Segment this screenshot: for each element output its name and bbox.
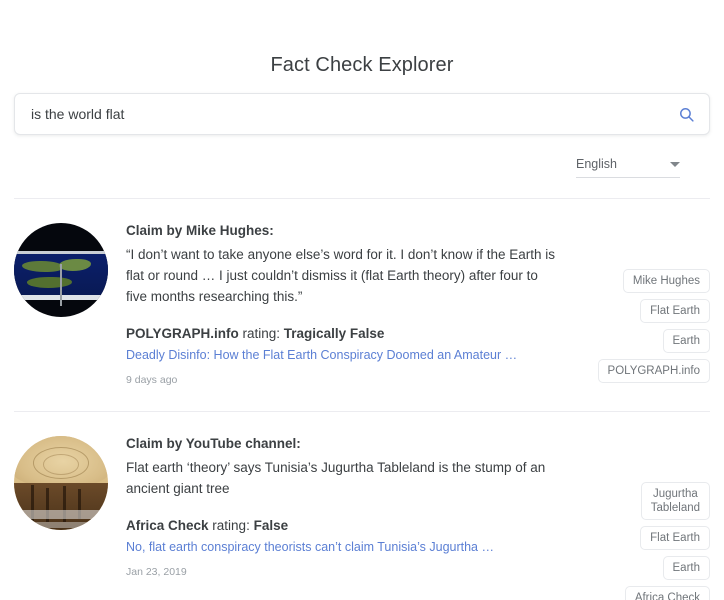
search-input[interactable] <box>15 94 709 134</box>
search-icon[interactable] <box>673 101 699 127</box>
chip[interactable]: Earth <box>662 329 710 353</box>
result-link[interactable]: No, flat earth conspiracy theorists can’… <box>126 538 576 556</box>
claim-by-label: Claim by Mike Hughes: <box>126 223 274 238</box>
claim-by-label: Claim by YouTube channel: <box>126 436 301 451</box>
chip[interactable]: Africa Check <box>624 586 710 600</box>
result-item[interactable]: Claim by Mike Hughes: “I don’t want to t… <box>0 199 724 387</box>
chip[interactable]: Flat Earth <box>640 526 710 550</box>
result-body: Claim by Mike Hughes: “I don’t want to t… <box>108 221 586 387</box>
rating-line: Africa Check rating: False <box>126 516 576 536</box>
rating-value: Tragically False <box>283 326 385 341</box>
chip[interactable]: POLYGRAPH.info <box>597 359 710 383</box>
fact-check-explorer-page: Fact Check Explorer English <box>0 0 724 600</box>
page-title: Fact Check Explorer <box>270 54 454 76</box>
chip[interactable]: Flat Earth <box>640 299 710 323</box>
rating-line: POLYGRAPH.info rating: Tragically False <box>126 324 576 344</box>
language-select[interactable]: English <box>576 157 680 178</box>
result-thumbnail <box>14 223 108 317</box>
result-link[interactable]: Deadly Disinfo: How the Flat Earth Consp… <box>126 346 576 364</box>
language-row: English <box>0 135 724 178</box>
rating-publisher: POLYGRAPH.info <box>126 326 239 341</box>
rating-publisher: Africa Check <box>126 518 209 533</box>
chip[interactable]: Earth <box>662 556 710 580</box>
result-chips: Mike Hughes Flat Earth Earth POLYGRAPH.i… <box>586 221 710 387</box>
result-chips: Jugurtha Tableland Flat Earth Earth Afri… <box>586 434 710 600</box>
claim-text: “I don’t want to take anyone else’s word… <box>126 247 555 304</box>
rating-label: rating: <box>208 518 254 533</box>
search-section <box>0 77 724 135</box>
chip[interactable]: Jugurtha Tableland <box>640 482 710 520</box>
claim-text: Flat earth ‘theory’ says Tunisia’s Jugur… <box>126 460 546 496</box>
result-thumbnail <box>14 436 108 530</box>
chevron-down-icon <box>670 161 680 167</box>
rating-value: False <box>253 518 289 533</box>
result-item[interactable]: Claim by YouTube channel: Flat earth ‘th… <box>0 412 724 600</box>
chip[interactable]: Mike Hughes <box>622 269 710 293</box>
rating-label: rating: <box>238 326 284 341</box>
search-box[interactable] <box>14 93 710 135</box>
result-body: Claim by YouTube channel: Flat earth ‘th… <box>108 434 586 600</box>
result-date: 9 days ago <box>126 374 178 386</box>
result-date: Jan 23, 2019 <box>126 566 187 578</box>
language-selected-value: English <box>576 157 617 171</box>
